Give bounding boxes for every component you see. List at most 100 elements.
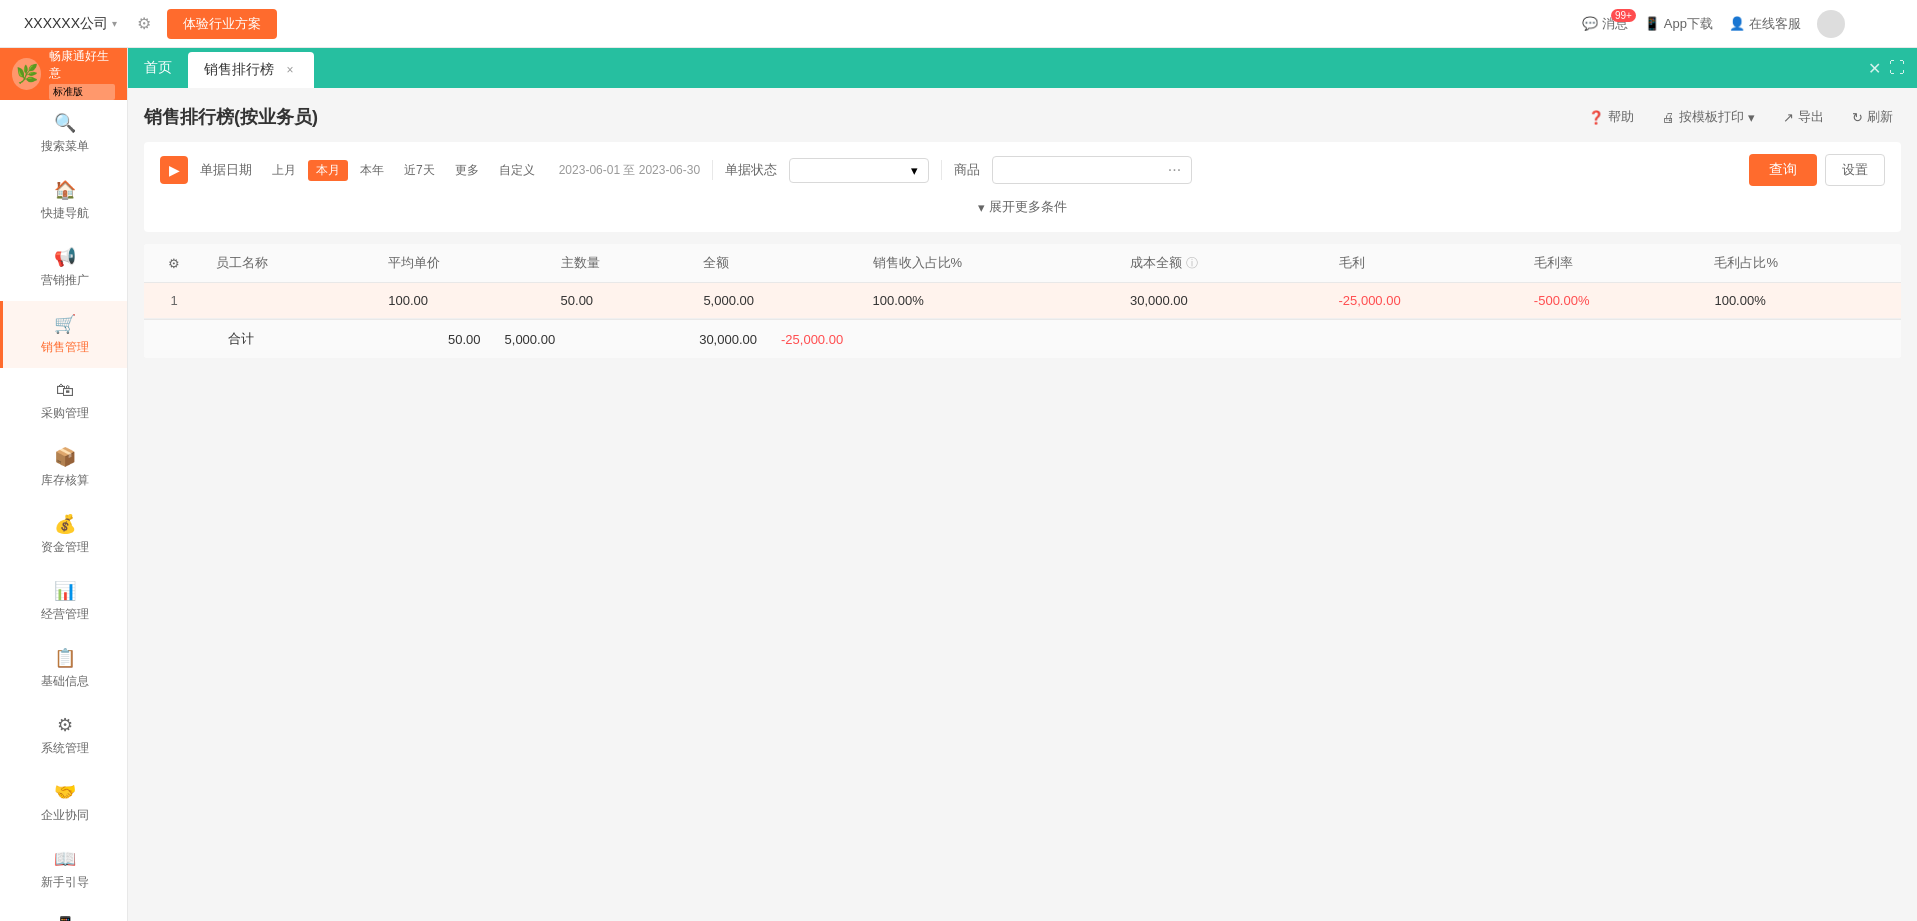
filter-separator bbox=[712, 160, 713, 180]
footer-gross-profit: -25,000.00 bbox=[769, 332, 855, 347]
sidebar-item-label: 企业协同 bbox=[41, 807, 89, 824]
more-btn[interactable]: 更多 bbox=[447, 160, 487, 181]
table-footer: 合计 50.00 5,000.00 30,000.00 -25,000.00 bbox=[144, 319, 1901, 358]
cell-cost-amount: 30,000.00 bbox=[1118, 283, 1327, 319]
tab-sales-ranking[interactable]: 销售排行榜 × bbox=[188, 52, 314, 88]
company-selector[interactable]: XXXXXX公司 ▾ bbox=[16, 11, 125, 37]
marketing-icon: 📢 bbox=[54, 246, 76, 268]
service-icon: 👤 bbox=[1729, 16, 1745, 31]
last-month-btn[interactable]: 上月 bbox=[264, 160, 304, 181]
avatar-name[interactable] bbox=[1861, 10, 1901, 38]
sidebar-item-inventory[interactable]: 📦 库存核算 bbox=[0, 434, 127, 501]
sidebar-item-base[interactable]: 📋 基础信息 bbox=[0, 635, 127, 702]
apps-icon: 📱 bbox=[54, 915, 76, 921]
tab-maximize-icon[interactable]: ⛶ bbox=[1889, 59, 1905, 77]
sidebar-item-label: 基础信息 bbox=[41, 673, 89, 690]
tab-close-all-icon[interactable]: ✕ bbox=[1868, 59, 1881, 78]
online-service-label: 在线客服 bbox=[1749, 15, 1801, 33]
custom-btn[interactable]: 自定义 bbox=[491, 160, 543, 181]
cell-amount: 5,000.00 bbox=[691, 283, 860, 319]
home-icon: 🏠 bbox=[54, 179, 76, 201]
trial-btn[interactable]: 体验行业方案 bbox=[167, 9, 277, 39]
tab-active-label: 销售排行榜 bbox=[204, 61, 274, 79]
purchase-icon: 🛍 bbox=[56, 380, 74, 401]
cell-main-qty: 50.00 bbox=[549, 283, 692, 319]
refresh-btn[interactable]: ↻ 刷新 bbox=[1844, 104, 1901, 130]
cell-sales-ratio: 100.00% bbox=[861, 283, 1118, 319]
page-header: 销售排行榜(按业务员) ❓ 帮助 🖨 按模板打印 ▾ ↗ 导出 bbox=[144, 104, 1901, 130]
chevron-down-icon: ▾ bbox=[112, 18, 117, 29]
sidebar-item-finance[interactable]: 💰 资金管理 bbox=[0, 501, 127, 568]
footer-cost-amount: 30,000.00 bbox=[687, 332, 769, 347]
query-btn[interactable]: 查询 bbox=[1749, 154, 1817, 186]
page-title: 销售排行榜(按业务员) bbox=[144, 105, 318, 129]
sidebar-item-label: 采购管理 bbox=[41, 405, 89, 422]
tab-home[interactable]: 首页 bbox=[128, 48, 188, 88]
arrow-icon: ▶ bbox=[169, 162, 180, 178]
export-icon: ↗ bbox=[1783, 110, 1794, 125]
goods-label: 商品 bbox=[954, 161, 980, 179]
sidebar-item-sales[interactable]: 🛒 销售管理 bbox=[0, 301, 127, 368]
tab-bar: 首页 销售排行榜 × ✕ ⛶ bbox=[128, 48, 1917, 88]
sidebar-item-ops[interactable]: 📊 经营管理 bbox=[0, 568, 127, 635]
ops-icon: 📊 bbox=[54, 580, 76, 602]
cell-gross-rate: -500.00% bbox=[1522, 283, 1703, 319]
sidebar-item-quicknav[interactable]: 🏠 快捷导航 bbox=[0, 167, 127, 234]
date-range-display: 2023-06-01 至 2023-06-30 bbox=[559, 162, 700, 179]
avatar[interactable] bbox=[1817, 10, 1845, 38]
table-row: 1 100.00 50.00 5,000.00 100.00% 30,000.0… bbox=[144, 283, 1901, 319]
goods-input[interactable]: ··· bbox=[992, 156, 1192, 184]
sidebar-item-collab[interactable]: 🤝 企业协同 bbox=[0, 769, 127, 836]
col-amount: 全额 bbox=[691, 244, 860, 283]
sidebar-item-purchase[interactable]: 🛍 采购管理 bbox=[0, 368, 127, 434]
this-year-btn[interactable]: 本年 bbox=[352, 160, 392, 181]
company-settings-icon[interactable]: ⚙ bbox=[137, 14, 151, 33]
finance-icon: 💰 bbox=[54, 513, 76, 535]
company-name: XXXXXX公司 bbox=[24, 15, 108, 33]
footer-total-label: 合计 bbox=[216, 330, 336, 348]
sales-icon: 🛒 bbox=[54, 313, 76, 335]
dots-icon[interactable]: ··· bbox=[1168, 161, 1181, 179]
base-icon: 📋 bbox=[54, 647, 76, 669]
col-gross-ratio: 毛利占比% bbox=[1702, 244, 1901, 283]
filter-expand-arrow[interactable]: ▶ bbox=[160, 156, 188, 184]
top-bar: XXXXXX公司 ▾ ⚙ 体验行业方案 💬 消息 99+ 📱 App下载 👤 在… bbox=[0, 0, 1917, 48]
col-settings[interactable]: ⚙ bbox=[144, 244, 204, 283]
cell-rank: 1 bbox=[144, 283, 204, 319]
search-icon: 🔍 bbox=[54, 112, 76, 134]
sidebar-item-guide[interactable]: 📖 新手引导 bbox=[0, 836, 127, 903]
filter-separator-2 bbox=[941, 160, 942, 180]
expand-more-btn[interactable]: ▾ 展开更多条件 bbox=[160, 194, 1885, 220]
status-label: 单据状态 bbox=[725, 161, 777, 179]
status-select[interactable]: ▾ bbox=[789, 158, 929, 183]
footer-amount: 5,000.00 bbox=[493, 332, 568, 347]
last-7-days-btn[interactable]: 近7天 bbox=[396, 160, 443, 181]
col-settings-icon[interactable]: ⚙ bbox=[168, 256, 180, 271]
sidebar-logo: 🌿 畅康通好生意 标准版 bbox=[0, 48, 127, 100]
this-month-btn[interactable]: 本月 bbox=[308, 160, 348, 181]
sidebar-item-marketing[interactable]: 📢 营销推广 bbox=[0, 234, 127, 301]
inventory-icon: 📦 bbox=[54, 446, 76, 468]
app-download-btn[interactable]: 📱 App下载 bbox=[1644, 15, 1713, 33]
template-print-btn[interactable]: 🖨 按模板打印 ▾ bbox=[1654, 104, 1763, 130]
app-download-label: App下载 bbox=[1664, 15, 1713, 33]
sidebar-item-label: 库存核算 bbox=[41, 472, 89, 489]
sidebar-item-label: 快捷导航 bbox=[41, 205, 89, 222]
sidebar-item-search[interactable]: 🔍 搜索菜单 bbox=[0, 100, 127, 167]
date-label: 单据日期 bbox=[200, 161, 252, 179]
cost-info-icon[interactable]: ⓘ bbox=[1186, 255, 1198, 272]
help-btn[interactable]: ❓ 帮助 bbox=[1580, 104, 1642, 130]
message-icon: 💬 bbox=[1582, 16, 1598, 31]
settings-btn[interactable]: 设置 bbox=[1825, 154, 1885, 186]
sidebar-item-system[interactable]: ⚙ 系统管理 bbox=[0, 702, 127, 769]
guide-icon: 📖 bbox=[54, 848, 76, 870]
sidebar: 🌿 畅康通好生意 标准版 🔍 搜索菜单 🏠 快捷导航 📢 营销推广 🛒 销售管理… bbox=[0, 48, 128, 921]
tab-close-icon[interactable]: × bbox=[282, 62, 298, 78]
export-btn[interactable]: ↗ 导出 bbox=[1775, 104, 1832, 130]
sidebar-item-label: 资金管理 bbox=[41, 539, 89, 556]
sidebar-item-apps[interactable]: 📱 应用中心 bbox=[0, 903, 127, 921]
online-service-btn[interactable]: 👤 在线客服 bbox=[1729, 15, 1801, 33]
notification-btn[interactable]: 💬 消息 99+ bbox=[1582, 15, 1628, 33]
template-print-label: 按模板打印 bbox=[1679, 108, 1744, 126]
filter-area: ▶ 单据日期 上月 本月 本年 近7天 更多 自定义 2023-06-01 至 … bbox=[144, 142, 1901, 232]
